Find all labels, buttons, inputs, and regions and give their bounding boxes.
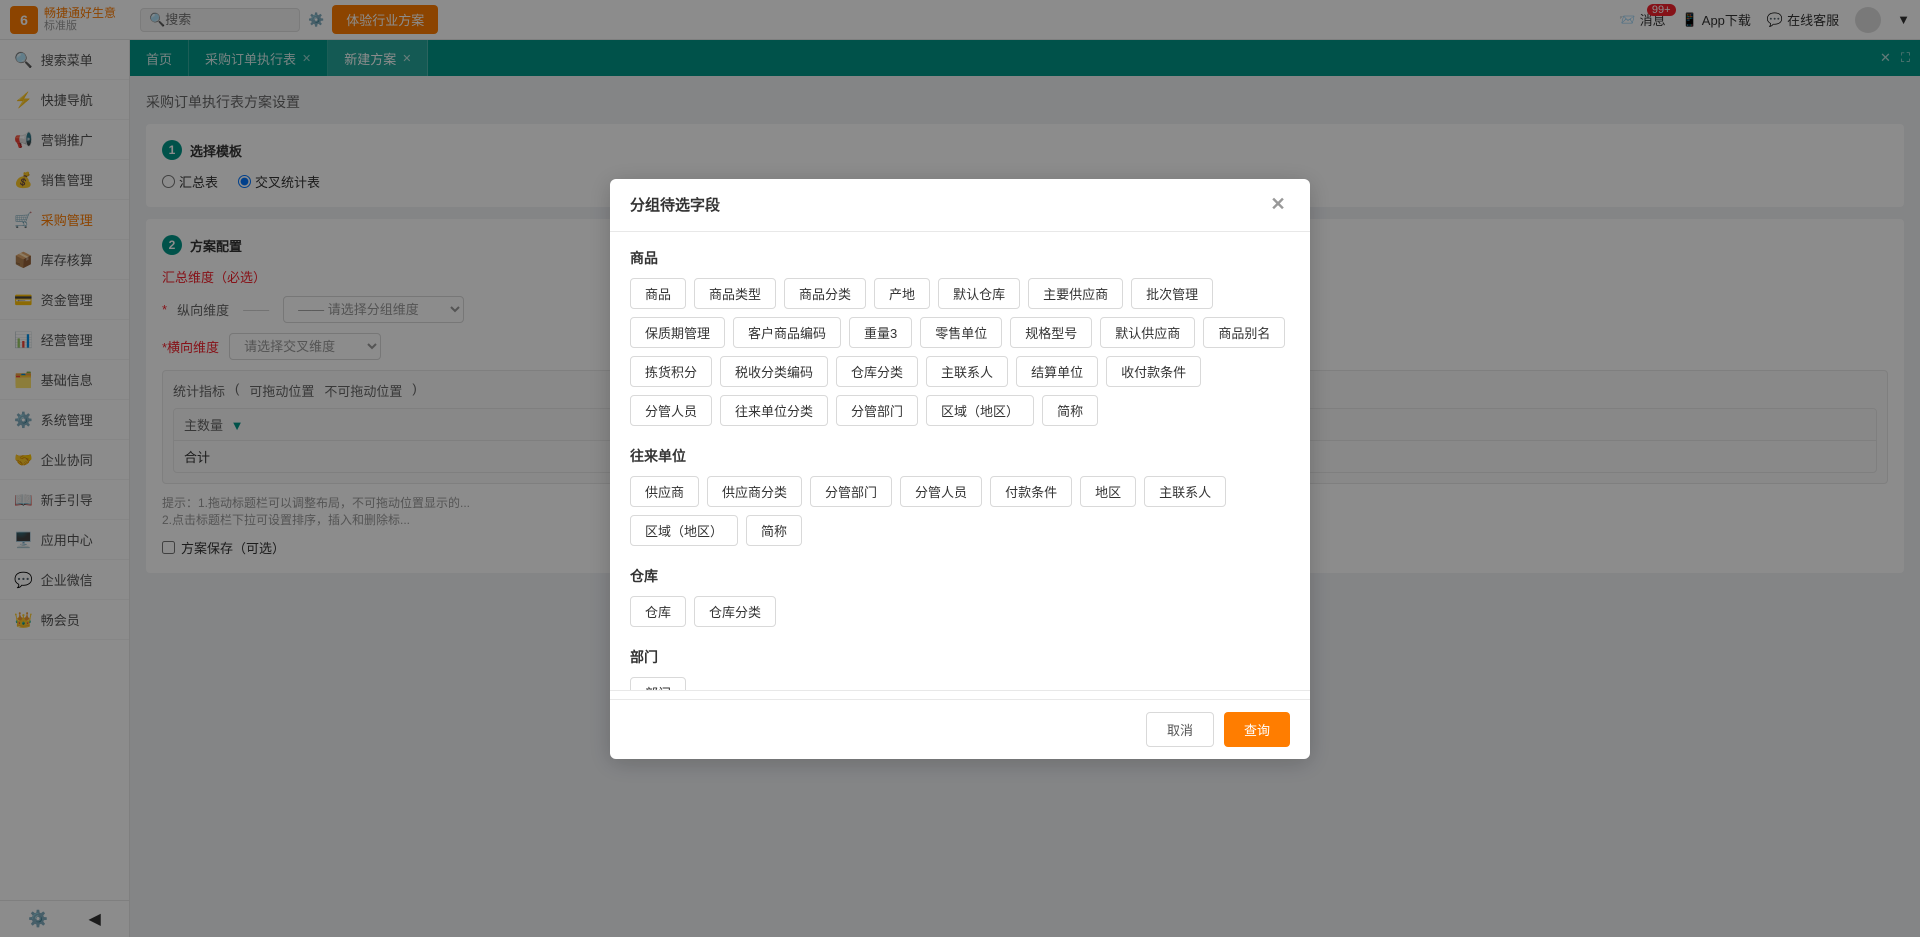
section-warehouse: 仓库 仓库 仓库分类 [630,566,1290,627]
field-tag[interactable]: 分管人员 [900,476,982,507]
field-tag[interactable]: 主要供应商 [1028,278,1123,309]
field-tag[interactable]: 商品 [630,278,686,309]
field-tag[interactable]: 保质期管理 [630,317,725,348]
field-tag[interactable]: 税收分类编码 [720,356,828,387]
field-tag[interactable]: 地区 [1080,476,1136,507]
field-tag[interactable]: 重量3 [849,317,912,348]
field-tag[interactable]: 分管部门 [810,476,892,507]
section-department: 部门 部门 [630,647,1290,691]
field-tag[interactable]: 产地 [874,278,930,309]
field-tag[interactable]: 仓库分类 [694,596,776,627]
section-partner: 往来单位 供应商 供应商分类 分管部门 分管人员 付款条件 地区 主联系人 区域… [630,446,1290,546]
field-tag[interactable]: 仓库 [630,596,686,627]
modal-overlay: 分组待选字段 ✕ 商品 商品 商品类型 商品分类 产地 默认仓库 主要供应商 批… [0,0,1920,937]
field-tag[interactable]: 拣货积分 [630,356,712,387]
modal-close-btn[interactable]: ✕ [1266,193,1290,217]
modal-cancel-btn[interactable]: 取消 [1146,712,1214,747]
section-warehouse-title: 仓库 [630,566,1290,586]
field-tag[interactable]: 部门 [630,677,686,691]
modal-horizontal-scroll[interactable] [610,690,1310,698]
field-tag[interactable]: 仓库分类 [836,356,918,387]
field-tag[interactable]: 区域（地区） [926,395,1034,426]
field-tag[interactable]: 客户商品编码 [733,317,841,348]
field-tag[interactable]: 结算单位 [1016,356,1098,387]
modal-confirm-btn[interactable]: 查询 [1224,712,1290,747]
partner-field-tags: 供应商 供应商分类 分管部门 分管人员 付款条件 地区 主联系人 区域（地区） … [630,476,1290,546]
section-partner-title: 往来单位 [630,446,1290,466]
section-product-title: 商品 [630,248,1290,268]
modal-body[interactable]: 商品 商品 商品类型 商品分类 产地 默认仓库 主要供应商 批次管理 保质期管理… [610,232,1310,691]
field-tag[interactable]: 简称 [746,515,802,546]
modal-footer: 取消 查询 [610,699,1310,759]
department-field-tags: 部门 [630,677,1290,691]
field-tag[interactable]: 供应商 [630,476,699,507]
field-tag[interactable]: 往来单位分类 [720,395,828,426]
field-tag[interactable]: 批次管理 [1131,278,1213,309]
field-tag[interactable]: 零售单位 [920,317,1002,348]
field-tag[interactable]: 商品分类 [784,278,866,309]
field-tag[interactable]: 区域（地区） [630,515,738,546]
field-tag[interactable]: 商品类型 [694,278,776,309]
section-department-title: 部门 [630,647,1290,667]
field-tag[interactable]: 主联系人 [1144,476,1226,507]
field-tag[interactable]: 供应商分类 [707,476,802,507]
modal-header: 分组待选字段 ✕ [610,179,1310,232]
warehouse-field-tags: 仓库 仓库分类 [630,596,1290,627]
product-field-tags: 商品 商品类型 商品分类 产地 默认仓库 主要供应商 批次管理 保质期管理 客户… [630,278,1290,426]
field-select-modal: 分组待选字段 ✕ 商品 商品 商品类型 商品分类 产地 默认仓库 主要供应商 批… [610,179,1310,759]
section-product: 商品 商品 商品类型 商品分类 产地 默认仓库 主要供应商 批次管理 保质期管理… [630,248,1290,426]
field-tag[interactable]: 简称 [1042,395,1098,426]
field-tag[interactable]: 商品别名 [1203,317,1285,348]
field-tag[interactable]: 规格型号 [1010,317,1092,348]
field-tag[interactable]: 默认供应商 [1100,317,1195,348]
field-tag[interactable]: 收付款条件 [1106,356,1201,387]
field-tag[interactable]: 默认仓库 [938,278,1020,309]
modal-title: 分组待选字段 [630,194,720,215]
field-tag[interactable]: 付款条件 [990,476,1072,507]
field-tag[interactable]: 分管部门 [836,395,918,426]
field-tag[interactable]: 主联系人 [926,356,1008,387]
field-tag[interactable]: 分管人员 [630,395,712,426]
